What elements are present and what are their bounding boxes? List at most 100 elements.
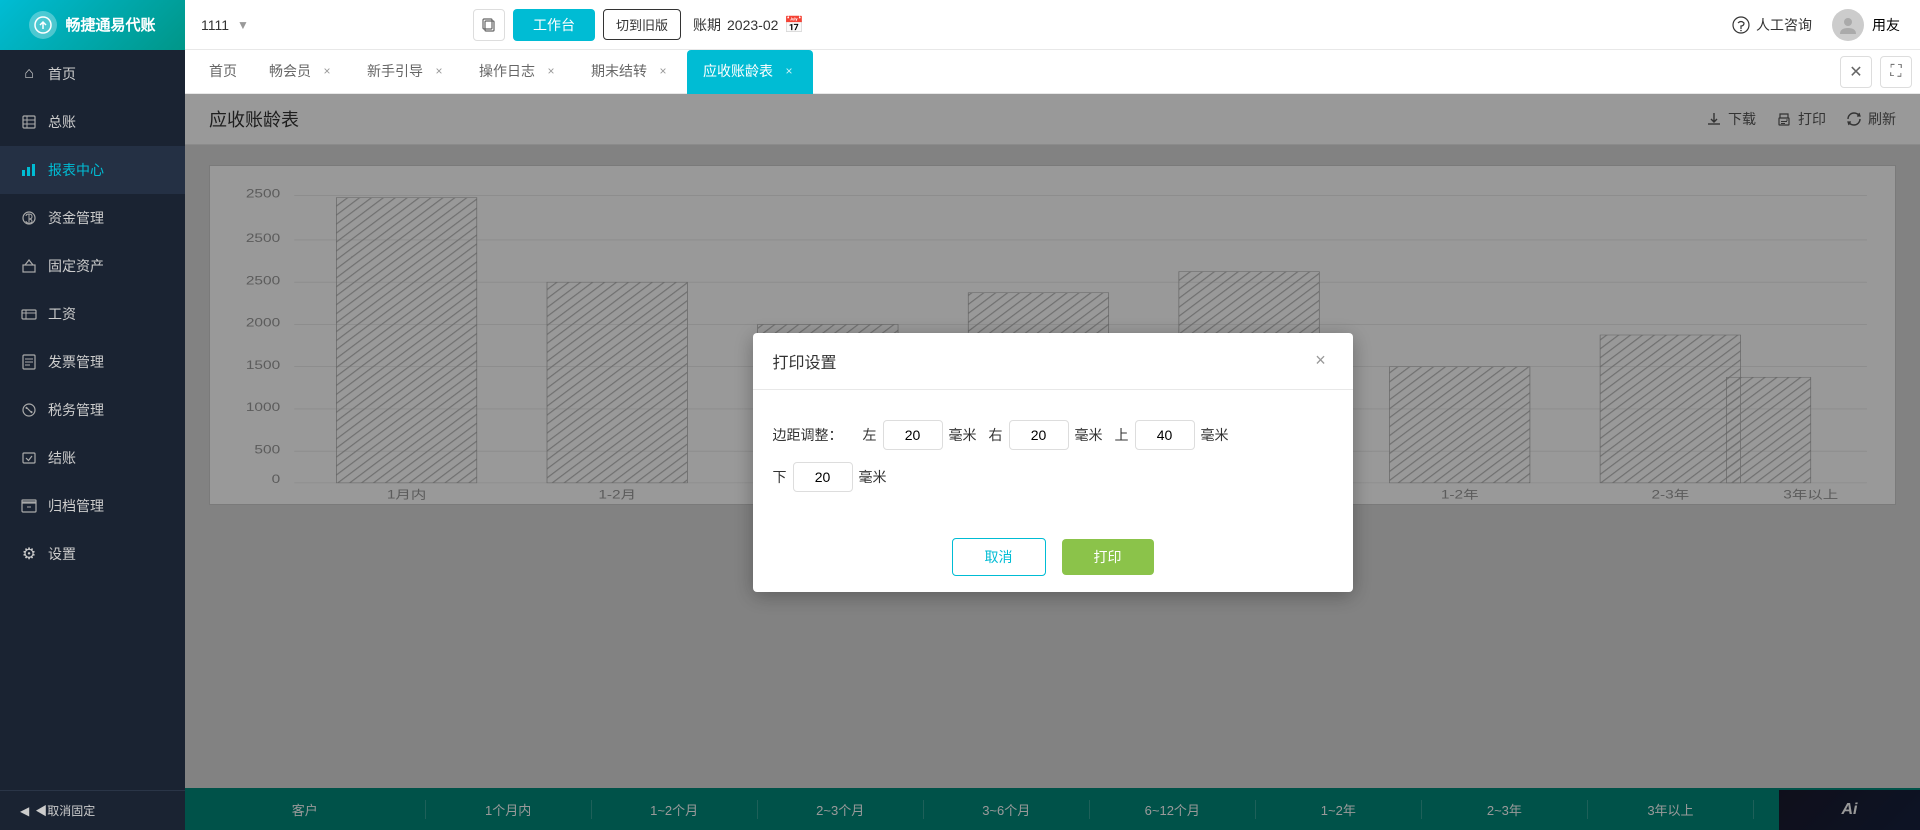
sidebar-item-settings[interactable]: ⚙ 设置: [0, 530, 185, 578]
tab-period-end[interactable]: 期末结转 ×: [575, 50, 687, 94]
tax-icon: [20, 401, 38, 419]
reports-icon: [20, 161, 38, 179]
confirm-print-button[interactable]: 打印: [1062, 539, 1154, 575]
print-settings-modal: 打印设置 × 边距调整： 左 毫米 右: [753, 333, 1353, 592]
page-content: 应收账龄表 下载: [185, 94, 1920, 830]
user-info[interactable]: 用友: [1832, 9, 1900, 41]
tab-member[interactable]: 畅会员 ×: [253, 50, 351, 94]
tab-guide-close[interactable]: ×: [431, 63, 447, 79]
sidebar-item-salary[interactable]: 工资: [0, 290, 185, 338]
modal-overlay: 打印设置 × 边距调整： 左 毫米 右: [185, 94, 1920, 830]
tab-period-end-label: 期末结转: [591, 61, 647, 81]
logo-area: 畅捷通易代账: [0, 0, 185, 50]
top-label: 上: [1115, 425, 1129, 445]
margin-top-item: 上 毫米: [1115, 420, 1229, 450]
margin-row: 边距调整： 左 毫米 右 毫米: [773, 420, 1333, 492]
tab-oplog[interactable]: 操作日志 ×: [463, 50, 575, 94]
home-icon: ⌂: [20, 65, 38, 83]
left-label: 左: [863, 425, 877, 445]
top-unit: 毫米: [1201, 425, 1229, 445]
cancel-button[interactable]: 取消: [952, 538, 1046, 576]
modal-body: 边距调整： 左 毫米 右 毫米: [753, 390, 1353, 522]
period-value: 2023-02: [727, 17, 778, 33]
top-header: 畅捷通易代账 1111 ▼ 工作台 切到旧版 账期 2023-02 📅 人工咨询: [0, 0, 1920, 50]
archive-icon: [20, 497, 38, 515]
sidebar-collapse-button[interactable]: ◀ ◀取消固定: [0, 790, 185, 830]
tab-guide[interactable]: 新手引导 ×: [351, 50, 463, 94]
margin-label: 边距调整：: [773, 425, 843, 445]
checkout-icon: [20, 449, 38, 467]
sidebar-item-funds[interactable]: 资金管理: [0, 194, 185, 242]
tab-oplog-close[interactable]: ×: [543, 63, 559, 79]
switch-version-button[interactable]: 切到旧版: [603, 9, 681, 40]
left-input[interactable]: [883, 420, 943, 450]
tab-home[interactable]: 首页: [193, 50, 253, 94]
period-info: 账期 2023-02 📅: [693, 15, 804, 35]
sidebar-item-label-invoice: 发票管理: [48, 352, 104, 372]
tab-period-end-close[interactable]: ×: [655, 63, 671, 79]
sidebar-item-archive[interactable]: 归档管理: [0, 482, 185, 530]
tab-aging[interactable]: 应收账龄表 ×: [687, 50, 813, 94]
tab-aging-close[interactable]: ×: [781, 63, 797, 79]
sidebar-item-assets[interactable]: 固定资产: [0, 242, 185, 290]
margin-left-item: 左 毫米: [863, 420, 977, 450]
tab-member-label: 畅会员: [269, 61, 311, 81]
header-right: 人工咨询 用友: [1732, 9, 1920, 41]
ledger-icon: [20, 113, 38, 131]
margin-bottom-item: 下 毫米: [773, 462, 887, 492]
period-label: 账期: [693, 15, 721, 35]
top-input[interactable]: [1135, 420, 1195, 450]
user-label: 用友: [1872, 15, 1900, 35]
tab-oplog-label: 操作日志: [479, 61, 535, 81]
modal-footer: 取消 打印: [753, 522, 1353, 592]
consult-label: 人工咨询: [1756, 15, 1812, 35]
sidebar-item-label-tax: 税务管理: [48, 400, 104, 420]
sidebar-item-label-settings: 设置: [48, 544, 76, 564]
sidebar: ⌂ 首页 总账: [0, 50, 185, 830]
sidebar-item-reports[interactable]: 报表中心: [0, 146, 185, 194]
tab-aging-label: 应收账龄表: [703, 61, 773, 81]
sidebar-item-ledger[interactable]: 总账: [0, 98, 185, 146]
dropdown-icon[interactable]: ▼: [237, 18, 249, 32]
sidebar-item-checkout[interactable]: 结账: [0, 434, 185, 482]
sidebar-item-label-assets: 固定资产: [48, 256, 104, 276]
main-layout: ⌂ 首页 总账: [0, 50, 1920, 830]
salary-icon: [20, 305, 38, 323]
bottom-input[interactable]: [793, 462, 853, 492]
tabs-right: ✕ ⛶: [1840, 56, 1912, 88]
sidebar-item-label-checkout: 结账: [48, 448, 76, 468]
tab-guide-label: 新手引导: [367, 61, 423, 81]
consult-button[interactable]: 人工咨询: [1732, 15, 1812, 35]
sidebar-item-label-home: 首页: [48, 64, 76, 84]
tab-close-button[interactable]: ✕: [1840, 56, 1872, 88]
header-company: 1111 ▼: [185, 17, 465, 33]
sidebar-item-label-salary: 工资: [48, 304, 76, 324]
right-input[interactable]: [1009, 420, 1069, 450]
sidebar-item-home[interactable]: ⌂ 首页: [0, 50, 185, 98]
company-name: 1111: [201, 17, 229, 33]
workbench-button[interactable]: 工作台: [513, 9, 595, 41]
user-avatar: [1832, 9, 1864, 41]
sidebar-item-label-reports: 报表中心: [48, 160, 104, 180]
tab-member-close[interactable]: ×: [319, 63, 335, 79]
right-label: 右: [989, 425, 1003, 445]
calendar-icon[interactable]: 📅: [784, 15, 804, 35]
sidebar-item-tax[interactable]: 税务管理: [0, 386, 185, 434]
right-unit: 毫米: [1075, 425, 1103, 445]
sidebar-item-label-ledger: 总账: [48, 112, 76, 132]
collapse-icon: ◀: [20, 804, 29, 818]
bottom-label: 下: [773, 467, 787, 487]
copy-button[interactable]: [473, 9, 505, 41]
tab-expand-button[interactable]: ⛶: [1880, 56, 1912, 88]
settings-icon: ⚙: [20, 545, 38, 563]
modal-header: 打印设置 ×: [753, 333, 1353, 390]
tab-home-label: 首页: [209, 61, 237, 81]
modal-close-button[interactable]: ×: [1309, 349, 1333, 373]
sidebar-scroll: ⌂ 首页 总账: [0, 50, 185, 790]
sidebar-item-invoice[interactable]: 发票管理: [0, 338, 185, 386]
sidebar-item-label-archive: 归档管理: [48, 496, 104, 516]
logo-text: 畅捷通易代账: [65, 14, 155, 35]
invoice-icon: [20, 353, 38, 371]
tabs-bar: 首页 畅会员 × 新手引导 × 操作日志 × 期末结转 × 应收账龄表 ×: [185, 50, 1920, 94]
left-unit: 毫米: [949, 425, 977, 445]
